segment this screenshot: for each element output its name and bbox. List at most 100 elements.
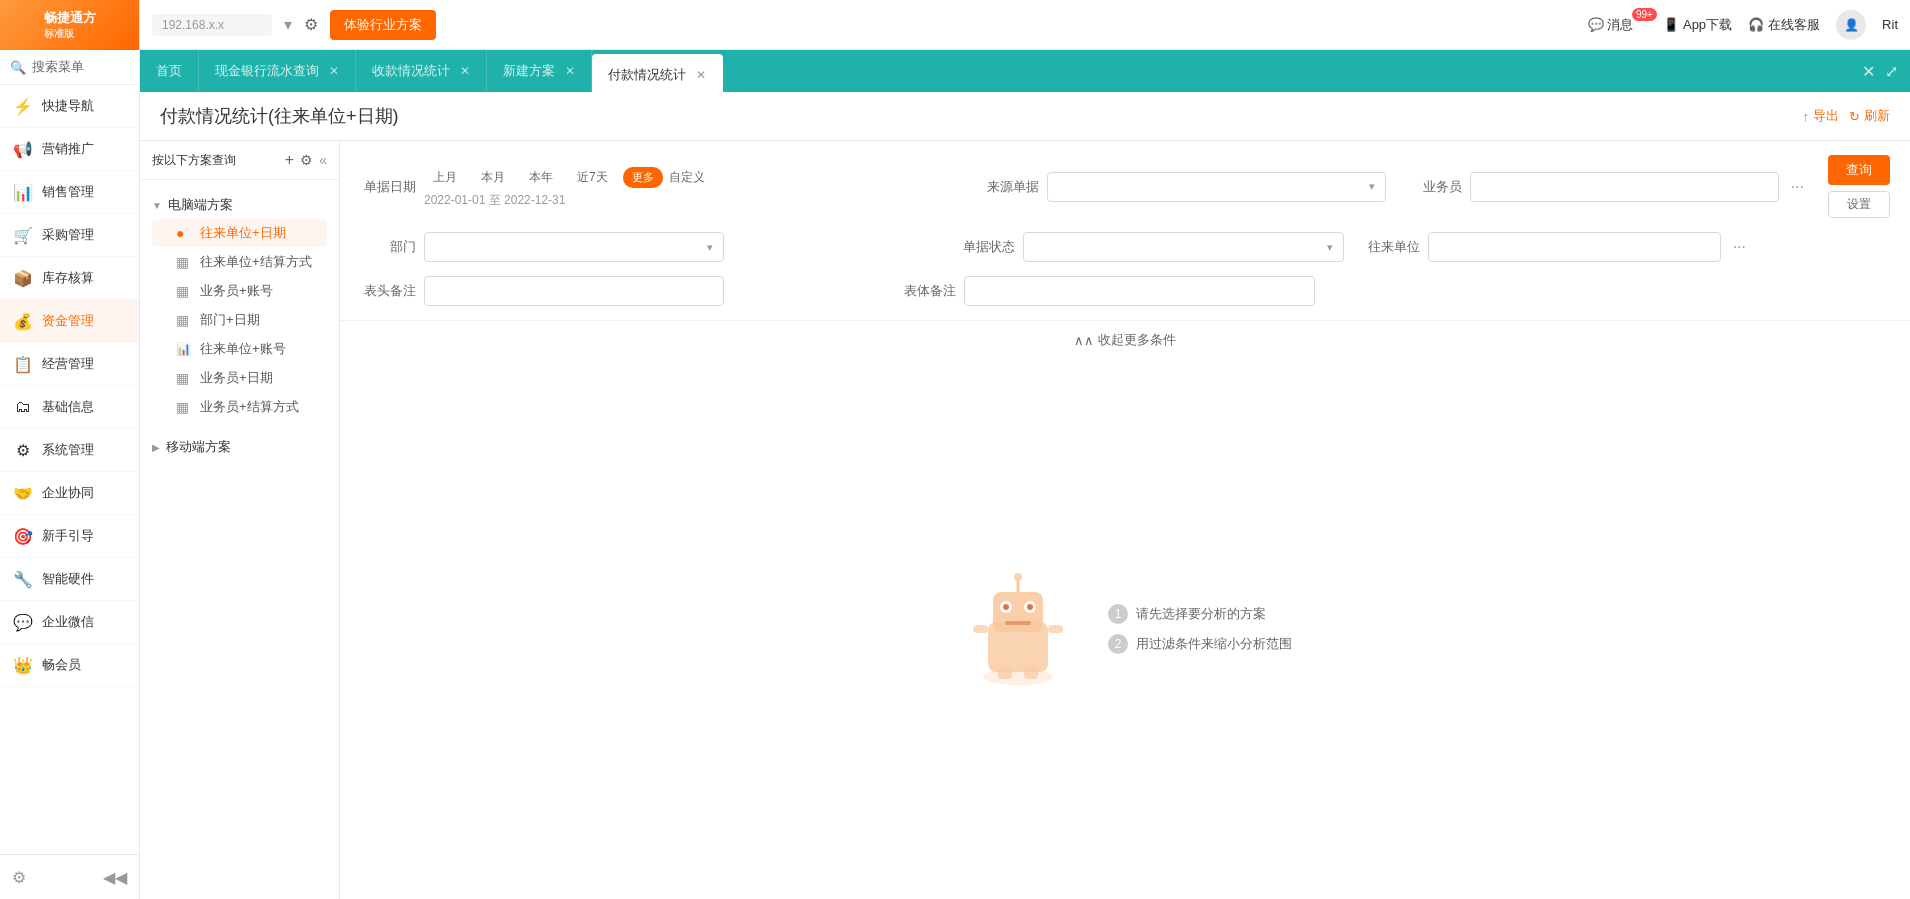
collapse-sidebar-button[interactable]: ◀◀ — [103, 868, 127, 887]
sidebar-item-marketing[interactable]: 📢 营销推广 — [0, 128, 139, 171]
tab-new-scheme-close[interactable]: ✕ — [565, 64, 575, 78]
sidebar-item-hardware[interactable]: 🔧 智能硬件 — [0, 558, 139, 601]
sidebar-item-system[interactable]: ⚙ 系统管理 — [0, 429, 139, 472]
tab-pay-stat-label: 付款情况统计 — [608, 66, 686, 84]
sidebar-item-label: 库存核算 — [42, 269, 94, 287]
scheme-item-staff-account[interactable]: ▦ 业务员+账号 — [152, 277, 327, 305]
tab-expand-icon[interactable]: ⤢ — [1885, 62, 1898, 81]
collapse-more-button[interactable]: ∧∧ 收起更多条件 — [340, 321, 1910, 359]
staff-dots-button[interactable]: ··· — [1787, 178, 1808, 196]
settings-button[interactable]: ⚙ — [12, 868, 26, 887]
date-btn-custom[interactable]: 自定义 — [669, 169, 705, 186]
scheme-item-staff-settle[interactable]: ▦ 业务员+结算方式 — [152, 393, 327, 421]
svg-rect-12 — [998, 667, 1012, 679]
date-btn-7days[interactable]: 近7天 — [568, 165, 617, 190]
svg-rect-2 — [993, 592, 1043, 632]
date-btn-this-month[interactable]: 本月 — [472, 165, 514, 190]
mobile-group-label: 移动端方案 — [166, 438, 231, 456]
staff-select[interactable] — [1470, 172, 1779, 202]
messages-button[interactable]: 💬 消息 99+ — [1588, 16, 1647, 34]
scheme-item-vendor-account[interactable]: 📊 往来单位+账号 — [152, 335, 327, 363]
tab-new-scheme[interactable]: 新建方案 ✕ — [487, 50, 592, 92]
scheme-item-vendor-settle[interactable]: ▦ 往来单位+结算方式 — [152, 248, 327, 276]
date-btn-more[interactable]: 更多 — [623, 167, 663, 188]
scheme-panel-actions: + ⚙ « — [285, 151, 327, 169]
sidebar-item-label: 基础信息 — [42, 398, 94, 416]
tab-close-all-icon[interactable]: ✕ — [1862, 62, 1875, 81]
sidebar-item-enterprise[interactable]: 🤝 企业协同 — [0, 472, 139, 515]
tab-pay-stat-close[interactable]: ✕ — [696, 68, 706, 82]
sidebar-item-label: 营销推广 — [42, 140, 94, 158]
topbar-right: 💬 消息 99+ 📱 App下载 🎧 在线客服 👤 Rit — [1588, 10, 1898, 40]
user-avatar[interactable]: 👤 — [1836, 10, 1866, 40]
search-menu[interactable]: 🔍 搜索菜单 — [0, 50, 139, 85]
vendor-select[interactable] — [1428, 232, 1720, 262]
address-dropdown-icon[interactable]: ▾ — [284, 15, 292, 34]
scheme-item-staff-date[interactable]: ▦ 业务员+日期 — [152, 364, 327, 392]
body-note-input[interactable] — [964, 276, 1315, 306]
vendor-account-icon: 📊 — [176, 342, 192, 356]
quick-icon: ⚡ — [12, 95, 34, 117]
date-range-display: 2022-01-01 至 2022-12-31 — [424, 192, 963, 209]
desktop-group-header[interactable]: ▼ 电脑端方案 — [152, 192, 327, 218]
sidebar-nav: ⚡ 快捷导航 📢 营销推广 📊 销售管理 🛒 采购管理 📦 库存核算 💰 资金管… — [0, 85, 139, 899]
headset-icon: 🎧 — [1748, 17, 1764, 32]
sidebar-item-purchase[interactable]: 🛒 采购管理 — [0, 214, 139, 257]
date-btn-last-month[interactable]: 上月 — [424, 165, 466, 190]
dept-field: 部门 ▾ — [360, 232, 939, 262]
tab-home[interactable]: 首页 — [140, 50, 199, 92]
tab-bank-close[interactable]: ✕ — [329, 64, 339, 78]
collapse-up-icon: ∧∧ — [1074, 333, 1094, 348]
tab-payment-stat-close[interactable]: ✕ — [460, 64, 470, 78]
sidebar-item-basic[interactable]: 🗂 基础信息 — [0, 386, 139, 429]
hardware-icon: 🔧 — [12, 568, 34, 590]
sidebar-item-guide[interactable]: 🎯 新手引导 — [0, 515, 139, 558]
user-name[interactable]: Rit — [1882, 17, 1898, 32]
filter-panel: 单据日期 上月 本月 本年 近7天 更多 自定义 20 — [340, 141, 1910, 899]
finance-icon: 💰 — [12, 310, 34, 332]
refresh-label: 刷新 — [1864, 107, 1890, 125]
date-btn-this-year[interactable]: 本年 — [520, 165, 562, 190]
sidebar-item-quick[interactable]: ⚡ 快捷导航 — [0, 85, 139, 128]
tab-payment-stat[interactable]: 收款情况统计 ✕ — [356, 50, 487, 92]
export-button[interactable]: ↑ 导出 — [1803, 107, 1840, 125]
trial-button[interactable]: 体验行业方案 — [330, 10, 436, 40]
date-field: 单据日期 上月 本月 本年 近7天 更多 自定义 20 — [360, 165, 963, 209]
svg-point-8 — [1014, 573, 1022, 581]
tab-bank[interactable]: 现金银行流水查询 ✕ — [199, 50, 356, 92]
online-service-button[interactable]: 🎧 在线客服 — [1748, 16, 1820, 34]
address-display: 192.168.x.x — [152, 14, 272, 36]
search-label: 搜索菜单 — [32, 58, 84, 76]
staff-settle-icon: ▦ — [176, 399, 192, 415]
add-scheme-button[interactable]: + — [285, 151, 294, 169]
scheme-item-dept-date[interactable]: ▦ 部门+日期 — [152, 306, 327, 334]
sidebar-item-label: 销售管理 — [42, 183, 94, 201]
topbar-gear-icon[interactable]: ⚙ — [304, 15, 318, 34]
sidebar-item-finance[interactable]: 💰 资金管理 — [0, 300, 139, 343]
sidebar-item-inventory[interactable]: 📦 库存核算 — [0, 257, 139, 300]
header-note-input[interactable] — [424, 276, 724, 306]
scheme-settings-button[interactable]: ⚙ — [300, 152, 313, 168]
topbar: 192.168.x.x ▾ ⚙ 体验行业方案 💬 消息 99+ 📱 App下载 … — [140, 0, 1910, 50]
dept-select[interactable]: ▾ — [424, 232, 724, 262]
vendor-dots-button[interactable]: ··· — [1729, 238, 1750, 256]
sidebar-item-vip[interactable]: 👑 畅会员 — [0, 644, 139, 687]
bill-status-select[interactable]: ▾ — [1023, 232, 1345, 262]
scheme-panel: 按以下方案查询 + ⚙ « ▼ 电脑端方案 ● — [140, 141, 340, 899]
app-logo: 畅捷通方 标准版 — [0, 0, 139, 50]
settings-button[interactable]: 设置 — [1828, 191, 1890, 218]
sidebar-item-label: 系统管理 — [42, 441, 94, 459]
query-button[interactable]: 查询 — [1828, 155, 1890, 185]
mobile-group-header[interactable]: ▶ 移动端方案 — [152, 434, 327, 460]
scheme-item-vendor-date[interactable]: ● 往来单位+日期 — [152, 219, 327, 247]
sidebar-item-label: 新手引导 — [42, 527, 94, 545]
scheme-collapse-button[interactable]: « — [319, 152, 327, 168]
refresh-button[interactable]: ↻ 刷新 — [1849, 107, 1890, 125]
app-download-button[interactable]: 📱 App下载 — [1663, 16, 1732, 34]
source-select[interactable]: ▾ — [1047, 172, 1385, 202]
sidebar-item-wechat[interactable]: 💬 企业微信 — [0, 601, 139, 644]
sidebar-item-operation[interactable]: 📋 经营管理 — [0, 343, 139, 386]
sidebar-item-sales[interactable]: 📊 销售管理 — [0, 171, 139, 214]
mobile-scheme-group: ▶ 移动端方案 — [140, 428, 339, 466]
tab-pay-stat[interactable]: 付款情况统计 ✕ — [592, 54, 723, 92]
